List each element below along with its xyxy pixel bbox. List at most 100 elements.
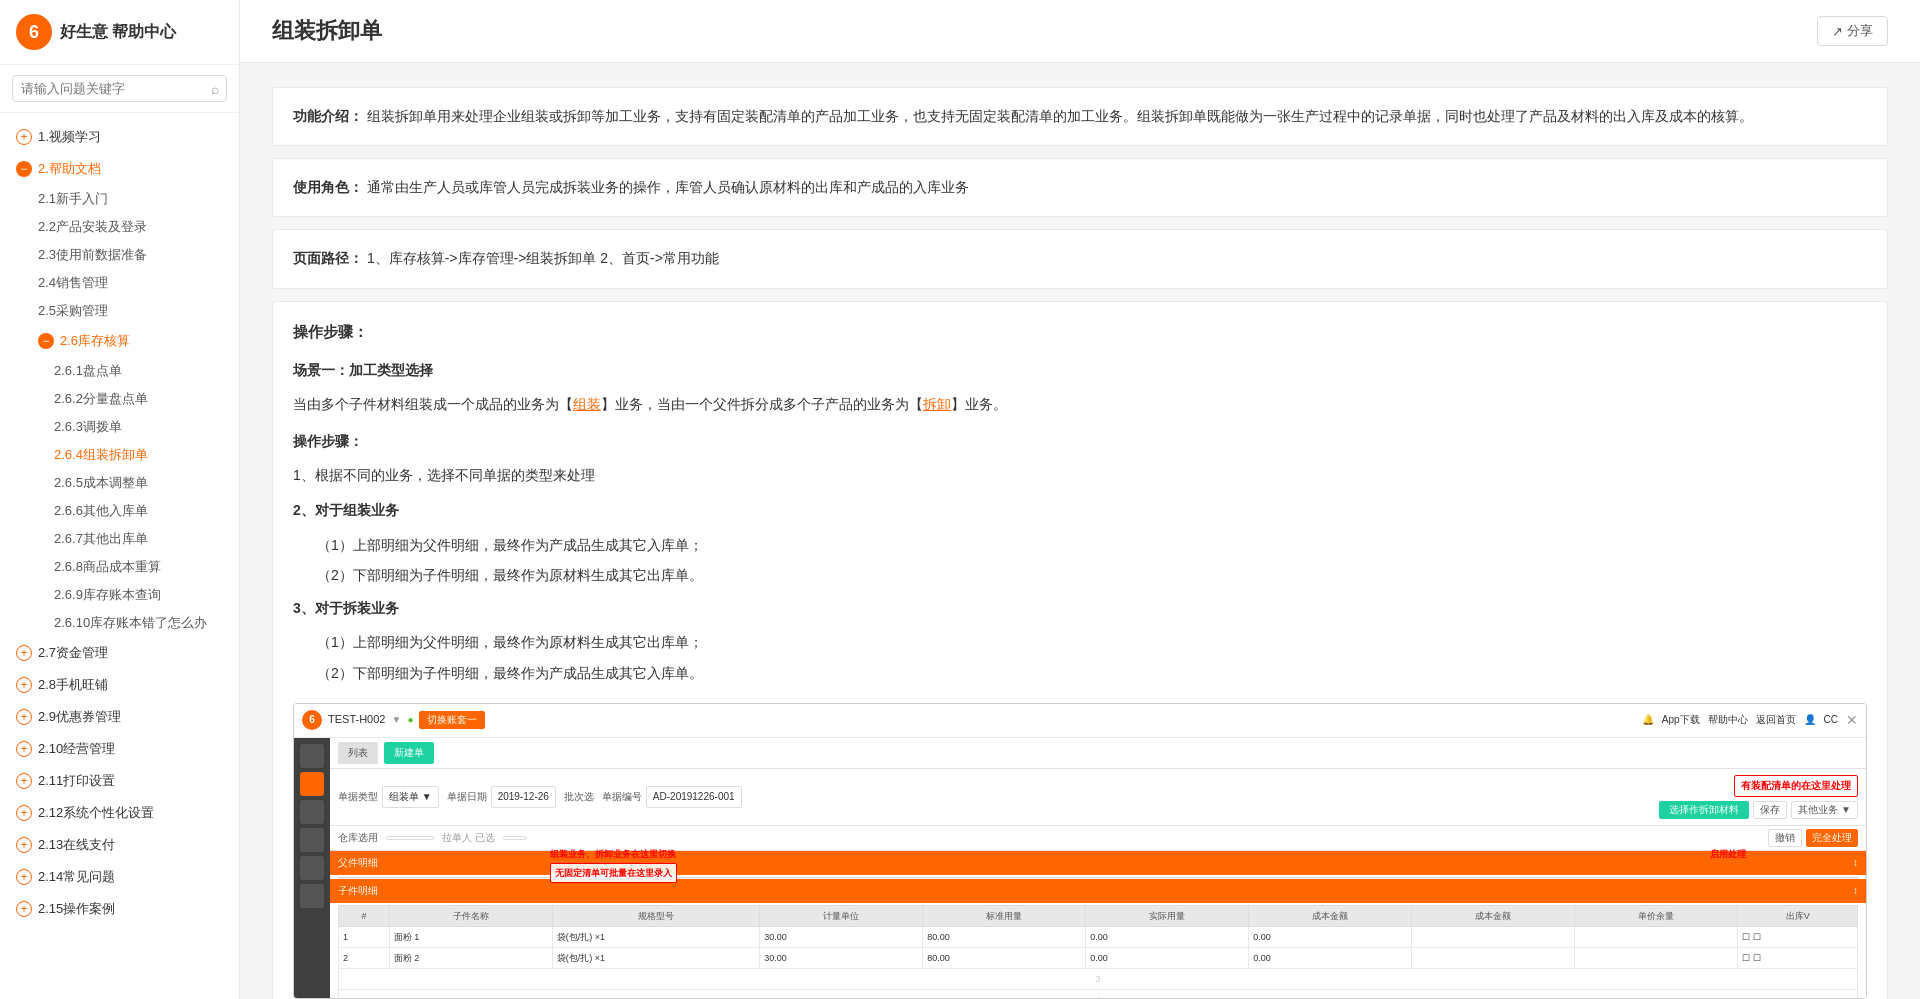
sidebar-item-finance[interactable]: + 2.7资金管理 [0,637,239,669]
sidebar-item-sales[interactable]: 2.4销售管理 [38,269,239,297]
mock-form: 单据类型 组装单 ▼ 单据日期 2019-12-26 批次选 [330,769,1866,826]
mock-user-id: CC [1824,711,1838,729]
mobile-expand-icon: + [16,677,32,693]
sub-cell-act-1: 0.00 [1086,926,1249,947]
sub-col-num: # [339,905,390,926]
share-button[interactable]: ↗ 分享 [1817,16,1888,46]
sidebar-item-system[interactable]: + 2.12系统个性化设置 [0,797,239,829]
sub-cell-out-1: ☐ ☐ [1738,926,1858,947]
mock-body: 列表 新建单 单据类型 组装单 ▼ 单据日期 [294,738,1866,998]
assemble-link[interactable]: 组装 [573,396,601,412]
path-label: 页面路径： [293,250,363,266]
collapse-icon: − [16,161,32,177]
sidebar-item-docs[interactable]: − 2.帮助文档 [0,153,239,185]
sidebar-item-mobile[interactable]: + 2.8手机旺铺 [0,669,239,701]
mock-docno-label: 单据编号 [602,788,642,806]
mock-tab-new[interactable]: 新建单 [384,742,434,764]
mock-batch-field: 批次选 [564,788,594,806]
mock-type-field: 单据类型 组装单 ▼ [338,786,439,808]
mock-more-btn[interactable]: 其他业务 ▼ [1791,801,1858,819]
sidebar-item-267[interactable]: 2.6.7其他出库单 [54,525,239,553]
sidebar-item-purchase[interactable]: 2.5采购管理 [38,297,239,325]
sub-table-row-4: 4 [339,990,1858,998]
share-icon: ↗ [1832,24,1843,39]
func-intro-block: 功能介绍： 组装拆卸单用来处理企业组装或拆卸等加工业务，支持有固定装配清单的产品… [272,87,1888,146]
sidebar-item-install[interactable]: 2.2产品安装及登录 [38,213,239,241]
sidebar-item-inventory[interactable]: − 2.6库存核算 [38,325,239,357]
sub-col-name: 子件名称 [389,905,552,926]
mock-titlebar: 6 TEST-H002 ▼ ● 切换账套一 🔔 App下载 帮助中心 返回首页 … [294,704,1866,738]
cases-expand-icon: + [16,901,32,917]
sidebar-item-faq[interactable]: + 2.14常见问题 [0,861,239,893]
sub-col-cost-amt1: 成本金额 [1249,905,1412,926]
sidebar-item-2610[interactable]: 2.6.10库存账本错了怎么办 [54,609,239,637]
step2: 2、对于组装业务 [293,497,1867,524]
path-text: 1、库存核算->库存管理->组装拆卸单 2、首页->常用功能 [367,250,719,266]
func-intro-label: 功能介绍： [293,108,363,124]
sidebar-item-data[interactable]: 2.3使用前数据准备 [38,241,239,269]
sidebar-item-newbie[interactable]: 2.1新手入门 [38,185,239,213]
sidebar-item-266[interactable]: 2.6.6其他入库单 [54,497,239,525]
sidebar-item-269[interactable]: 2.6.9库存账本查询 [54,581,239,609]
search-icon: ⌕ [211,81,219,97]
mock-tab-list[interactable]: 列表 [338,742,378,764]
sub-table-row-1: 1 面粉 1 袋(包/扎) ×1 30.00 80.00 0.00 0.00 [339,926,1858,947]
sidebar-item-pay[interactable]: + 2.13在线支付 [0,829,239,861]
step2-sub2: （2）下部明细为子件明细，最终作为原材料生成其它出库单。 [293,562,1867,589]
search-box: ⌕ [0,65,239,113]
inventory-submenu: 2.6.1盘点单 2.6.2分量盘点单 2.6.3调拨单 2.6.4组装拆卸单 … [38,357,239,637]
sub-cell-cost1-1: 0.00 [1249,926,1412,947]
sub-cell-remain-1 [1575,926,1738,947]
mock-main-btn[interactable]: 切换账套一 [419,711,485,729]
mock-cancel-btn[interactable]: 撤销 [1768,829,1802,847]
mock-warehouse-label: 仓库选用 [338,829,378,847]
sidebar-item-print[interactable]: + 2.11打印设置 [0,765,239,797]
main-header: 组装拆卸单 ↗ 分享 [240,0,1920,63]
screenshot-container: 6 TEST-H002 ▼ ● 切换账套一 🔔 App下载 帮助中心 返回首页 … [293,703,1867,999]
faq-expand-icon: + [16,869,32,885]
sidebar-item-261[interactable]: 2.6.1盘点单 [54,357,239,385]
coupon-expand-icon: + [16,709,32,725]
logo-icon: 6 [16,14,52,50]
sidebar-item-262[interactable]: 2.6.2分量盘点单 [54,385,239,413]
disassemble-link[interactable]: 拆卸 [923,396,951,412]
mock-save-btn[interactable]: 保存 [1753,801,1787,819]
mock-warehouse-btns: 撤销 完全处理 [1768,829,1858,847]
sub-cell-remain-2 [1575,948,1738,969]
mock-tabs: 列表 新建单 [330,738,1866,769]
sidebar-item-cases[interactable]: + 2.15操作案例 [0,893,239,925]
sub-empty-row-4: 4 [339,990,1858,998]
mock-warehouse-input[interactable] [386,836,434,840]
mock-titlebar-left: 6 TEST-H002 ▼ ● 切换账套一 [302,710,485,730]
sub-cell-unit-2: 30.00 [760,948,923,969]
sidebar-item-264[interactable]: 2.6.4组装拆卸单 [54,441,239,469]
annotation1-text: 有装配清单的在这里处理 [1734,775,1858,797]
mock-upper-label: 父件明细 [338,854,378,872]
sidebar-item-ops[interactable]: + 2.10经营管理 [0,733,239,765]
func-intro-text: 组装拆卸单用来处理企业组装或拆卸等加工业务，支持有固定装配清单的产品加工业务，也… [367,108,1753,124]
sidebar-item-268[interactable]: 2.6.8商品成本重算 [54,553,239,581]
sub-cell-name-1: 面粉 1 [389,926,552,947]
mock-person-input[interactable] [503,836,527,840]
mock-count-label: 拉单人 已选 [442,829,495,847]
role-label: 使用角色： [293,179,363,195]
mock-confirm-btn[interactable]: 完全处理 [1806,829,1858,847]
mock-close-btn[interactable]: ✕ [1846,708,1858,733]
mock-lower-table: # 子件名称 规格型号 计量单位 标准用量 实际用量 成本金额 成本金额 [338,905,1858,998]
mock-date-input[interactable]: 2019-12-26 [491,786,556,808]
mock-type-select[interactable]: 组装单 ▼ [382,786,439,808]
mock-docno-field: 单据编号 AD-20191226-001 [602,786,742,808]
sidebar-item-coupon[interactable]: + 2.9优惠券管理 [0,701,239,733]
mock-select-btn[interactable]: 选择作拆卸材料 [1659,801,1749,819]
search-input[interactable] [12,75,227,102]
annotation3-text: 组装业务、拆卸业务在这里切换 [550,846,676,862]
sub-col-outstock: 出库V [1738,905,1858,926]
sidebar-item-265[interactable]: 2.6.5成本调整单 [54,469,239,497]
mock-date-label: 单据日期 [447,788,487,806]
mock-docno-input[interactable]: AD-20191226-001 [646,786,742,808]
sidebar-item-video[interactable]: + 1.视频学习 [0,121,239,153]
sub-col-cost-amt2: 成本金额 [1412,905,1575,926]
mock-logo: 6 [302,710,322,730]
main-content: 组装拆卸单 ↗ 分享 功能介绍： 组装拆卸单用来处理企业组装或拆卸等加工业务，支… [240,0,1920,999]
sidebar-item-263[interactable]: 2.6.3调拨单 [54,413,239,441]
